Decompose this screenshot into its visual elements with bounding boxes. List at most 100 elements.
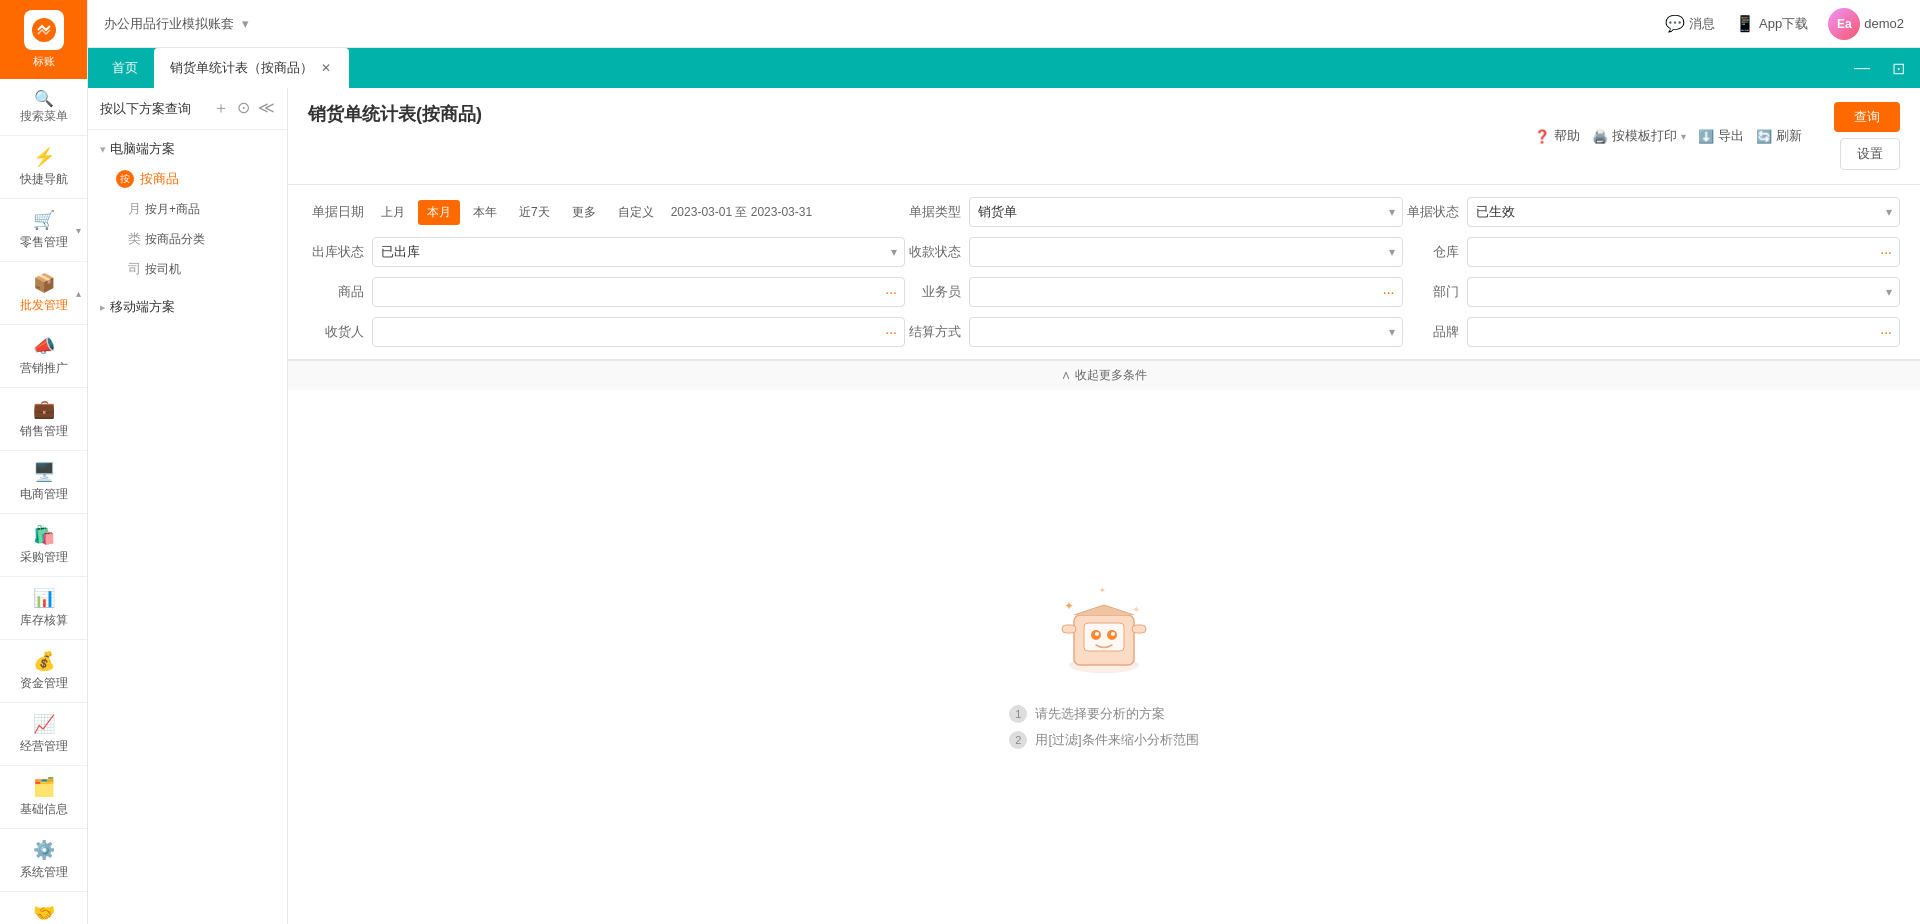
warehouse-label: 仓库 — [1403, 243, 1459, 261]
salesperson-control: ··· — [969, 277, 1403, 307]
filter-salesperson: 业务员 ··· — [905, 277, 1403, 307]
filter-product: 商品 ··· — [308, 277, 905, 307]
left-panel: 按以下方案查询 ＋ ⊙ ≪ ▾ 电脑端方案 按 按商品 月 按月+ — [88, 88, 288, 924]
filter-warehouse: 仓库 ··· — [1403, 237, 1901, 267]
svg-rect-10 — [1132, 625, 1146, 633]
salesperson-input[interactable] — [969, 277, 1403, 307]
sidebar-search[interactable]: 🔍 搜索菜单 — [0, 79, 87, 136]
settlement-input[interactable] — [969, 317, 1403, 347]
sidebar-item-basic[interactable]: 🗂️ 基础信息 — [0, 766, 87, 829]
empty-state: ✦ ✦ ✦ 1 请先选择要分析的方案 2 用[过滤]条件来缩小分析范围 — [288, 390, 1920, 924]
svg-text:✦: ✦ — [1064, 599, 1074, 613]
date-label: 单据日期 — [308, 203, 364, 221]
brand-dots-btn[interactable]: ··· — [1880, 324, 1892, 340]
tab-home[interactable]: 首页 — [96, 48, 154, 88]
edit-scheme-btn[interactable]: ⊙ — [237, 98, 250, 119]
sidebar-item-retail[interactable]: 🛒 零售管理 ▾ — [0, 199, 87, 262]
brand-label: 品牌 — [1403, 323, 1459, 341]
date-range: 2023-03-01 至 2023-03-31 — [671, 204, 812, 221]
date-tab-7days[interactable]: 近7天 — [510, 200, 559, 225]
message-btn[interactable]: 💬 消息 — [1665, 14, 1715, 33]
pc-scheme-header[interactable]: ▾ 电脑端方案 — [88, 134, 287, 164]
avatar: Ea — [1828, 8, 1860, 40]
sidebar-item-operations[interactable]: 📈 经营管理 — [0, 703, 87, 766]
payment-status-input[interactable] — [969, 237, 1403, 267]
svg-text:✦: ✦ — [1132, 604, 1140, 615]
svg-point-0 — [32, 18, 56, 42]
date-tab-this-month[interactable]: 本月 — [418, 200, 460, 225]
scheme-by-category[interactable]: 类 按商品分类 — [88, 224, 287, 254]
tab-sales-stats[interactable]: 销货单统计表（按商品） ✕ — [154, 48, 349, 88]
filter-payment-status: 收款状态 — [905, 237, 1403, 267]
date-tabs: 上月 本月 本年 近7天 更多 自定义 — [372, 200, 663, 225]
scheme-by-cashier[interactable]: 司 按司机 — [88, 254, 287, 284]
tab-maximize-btn[interactable]: ⊡ — [1884, 54, 1912, 82]
empty-hints: 1 请先选择要分析的方案 2 用[过滤]条件来缩小分析范围 — [1009, 705, 1198, 749]
export-btn[interactable]: ⬇️ 导出 — [1698, 127, 1744, 145]
settlement-label: 结算方式 — [905, 323, 961, 341]
collapse-bar[interactable]: ∧ 收起更多条件 — [288, 360, 1920, 390]
product-dots-btn[interactable]: ··· — [885, 284, 897, 300]
out-status-label: 出库状态 — [308, 243, 364, 261]
tab-close-btn[interactable]: ✕ — [319, 59, 333, 77]
sidebar: 标账 🔍 搜索菜单 ⚡ 快捷导航 🛒 零售管理 ▾ 📦 批发管理 ▴ 📣 营销推… — [0, 0, 88, 924]
sidebar-item-marketing[interactable]: 📣 营销推广 — [0, 325, 87, 388]
settlement-select-wrapper — [969, 317, 1403, 347]
sidebar-item-finance[interactable]: 💰 资金管理 — [0, 640, 87, 703]
top-header: 办公用品行业模拟账套 ▾ 💬 消息 📱 App下载 Ea demo2 — [88, 0, 1920, 48]
sidebar-item-system[interactable]: ⚙️ 系统管理 — [0, 829, 87, 892]
svg-point-7 — [1095, 632, 1099, 636]
warehouse-dots-btn[interactable]: ··· — [1880, 244, 1892, 260]
scheme-by-product[interactable]: 按 按商品 — [88, 164, 287, 194]
pc-scheme-group: ▾ 电脑端方案 按 按商品 月 按月+商品 类 按商品分类 司 按司机 — [88, 130, 287, 288]
collapse-scheme-btn[interactable]: ≪ — [258, 98, 275, 119]
sidebar-item-enterprise[interactable]: 🤝 企业协同 — [0, 892, 87, 924]
sidebar-item-wholesale[interactable]: 📦 批发管理 ▴ — [0, 262, 87, 325]
sidebar-item-inventory[interactable]: 📊 库存核算 — [0, 577, 87, 640]
date-tab-more[interactable]: 更多 — [563, 200, 605, 225]
filter-area: 单据日期 上月 本月 本年 近7天 更多 自定义 20 — [288, 185, 1920, 360]
header-left: 办公用品行业模拟账套 ▾ — [104, 15, 249, 33]
filter-section: 单据日期 上月 本月 本年 近7天 更多 自定义 20 — [288, 185, 1920, 390]
date-tab-this-year[interactable]: 本年 — [464, 200, 506, 225]
add-scheme-btn[interactable]: ＋ — [213, 98, 229, 119]
settings-button[interactable]: 设置 — [1840, 138, 1900, 170]
sidebar-logo: 标账 — [0, 0, 87, 79]
app-download-btn[interactable]: 📱 App下载 — [1735, 14, 1808, 33]
receiver-input[interactable] — [372, 317, 905, 347]
print-btn[interactable]: 🖨️ 按模板打印 ▾ — [1592, 127, 1686, 145]
tab-minimize-btn[interactable]: — — [1848, 54, 1876, 82]
mobile-scheme-header[interactable]: ▸ 移动端方案 — [88, 292, 287, 322]
sidebar-item-purchase[interactable]: 🛍️ 采购管理 — [0, 514, 87, 577]
sidebar-item-quick-nav[interactable]: ⚡ 快捷导航 — [0, 136, 87, 199]
filter-out-status: 出库状态 — [308, 237, 905, 267]
department-select-wrapper — [1467, 277, 1901, 307]
industry-dropdown-arrow[interactable]: ▾ — [242, 16, 249, 31]
scheme-by-month-product[interactable]: 月 按月+商品 — [88, 194, 287, 224]
warehouse-input[interactable] — [1467, 237, 1901, 267]
user-avatar[interactable]: Ea demo2 — [1828, 8, 1904, 40]
sidebar-item-sales[interactable]: 💼 销售管理 — [0, 388, 87, 451]
doc-status-select-wrapper — [1467, 197, 1901, 227]
out-status-input[interactable] — [372, 237, 905, 267]
help-btn[interactable]: ❓ 帮助 — [1534, 127, 1580, 145]
receiver-dots-btn[interactable]: ··· — [885, 324, 897, 340]
brand-input[interactable] — [1467, 317, 1901, 347]
date-tab-last-month[interactable]: 上月 — [372, 200, 414, 225]
query-button[interactable]: 查询 — [1834, 102, 1900, 132]
sidebar-item-ecommerce[interactable]: 🖥️ 电商管理 — [0, 451, 87, 514]
payment-status-select-wrapper — [969, 237, 1403, 267]
empty-illustration: ✦ ✦ ✦ — [1044, 565, 1164, 685]
doc-status-input[interactable] — [1467, 197, 1901, 227]
date-filter: 上月 本月 本年 近7天 更多 自定义 2023-03-01 至 2023-03… — [372, 200, 905, 225]
doc-type-input[interactable] — [969, 197, 1403, 227]
page-header: 销货单统计表(按商品) ❓ 帮助 🖨️ 按模板打印 ▾ ⬇️ 导出 — [288, 88, 1920, 185]
department-input[interactable] — [1467, 277, 1901, 307]
filter-row-3: 商品 ··· 业务员 ··· — [308, 277, 1900, 307]
product-input[interactable] — [372, 277, 905, 307]
empty-hint-2: 2 用[过滤]条件来缩小分析范围 — [1009, 731, 1198, 749]
date-tab-custom[interactable]: 自定义 — [609, 200, 663, 225]
refresh-btn[interactable]: 🔄 刷新 — [1756, 127, 1802, 145]
salesperson-dots-btn[interactable]: ··· — [1383, 284, 1395, 300]
left-panel-icons: ＋ ⊙ ≪ — [213, 98, 275, 119]
